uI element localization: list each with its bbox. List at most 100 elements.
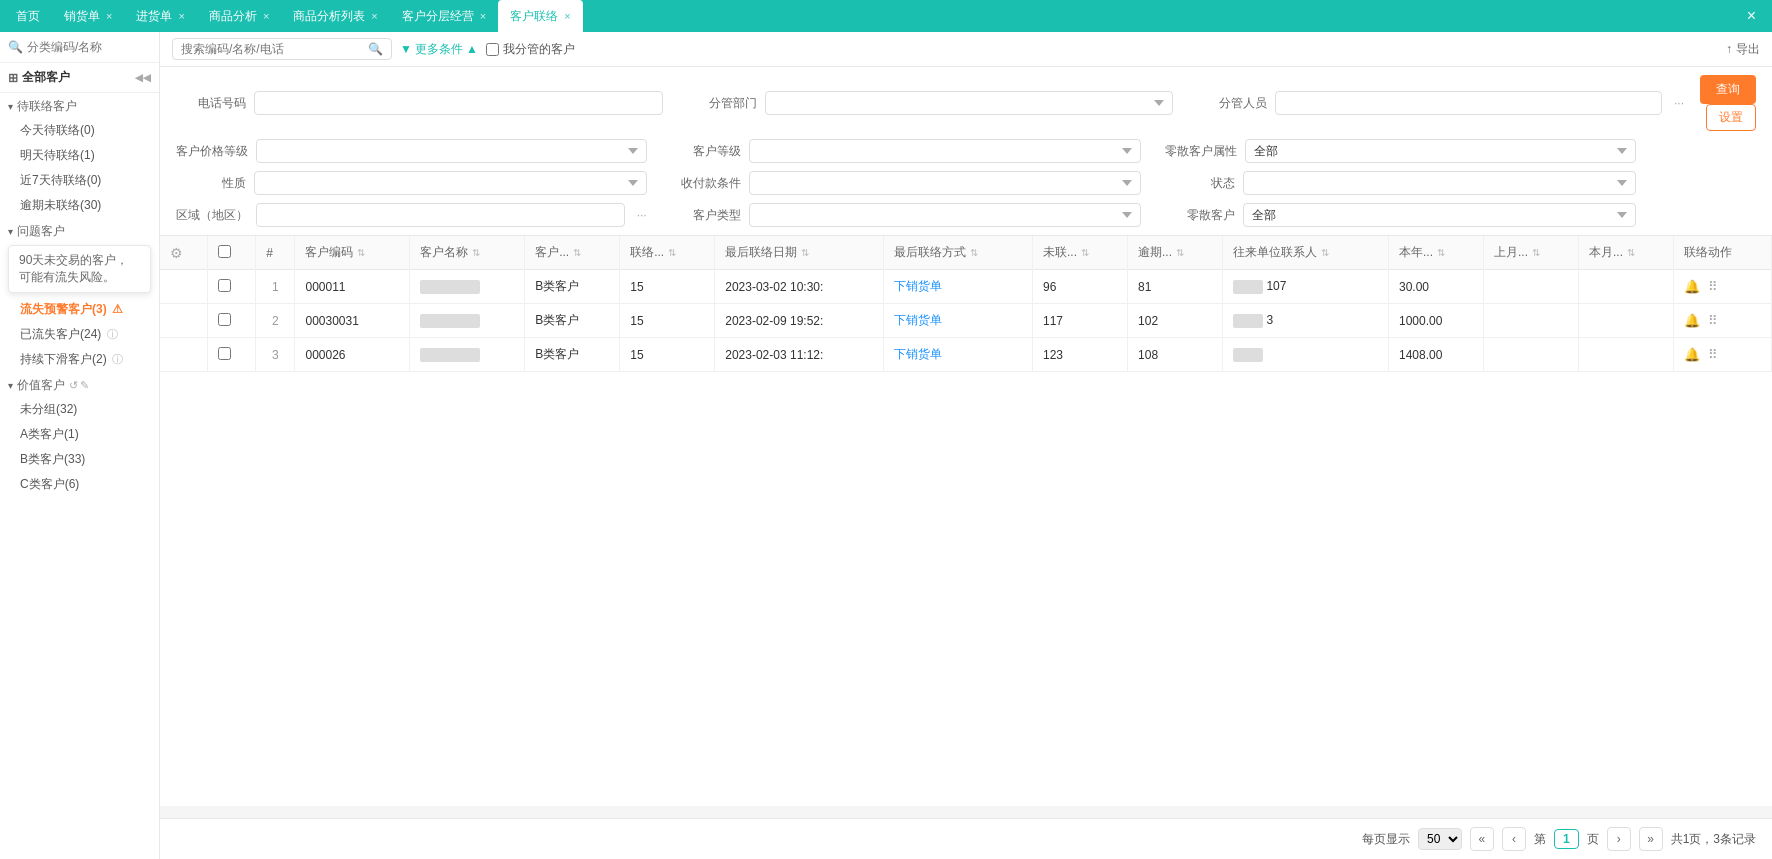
sidebar-item-b-class[interactable]: B类客户(33): [0, 447, 159, 472]
price-level-select[interactable]: [256, 139, 647, 163]
tab-close-sales[interactable]: ×: [106, 10, 112, 22]
last-method-link[interactable]: 下销货单: [894, 279, 942, 293]
tab-close-customer-layer[interactable]: ×: [480, 10, 486, 22]
nature-select[interactable]: [254, 171, 647, 195]
tab-close-purchase[interactable]: ×: [178, 10, 184, 22]
per-page-select[interactable]: 50: [1418, 828, 1462, 850]
th-overdue[interactable]: 逾期... ⇅: [1128, 236, 1223, 270]
sidebar-item-c-class[interactable]: C类客户(6): [0, 472, 159, 497]
toolbar-search-input[interactable]: [181, 42, 364, 56]
next-page-btn[interactable]: ›: [1607, 827, 1631, 851]
row-last-method[interactable]: 下销货单: [884, 270, 1033, 304]
tab-purchase[interactable]: 进货单 ×: [124, 0, 196, 32]
filter-icon: ▼: [400, 42, 412, 56]
tab-analysis-list[interactable]: 商品分析列表 ×: [281, 0, 389, 32]
person-more-icon[interactable]: ···: [1674, 96, 1684, 110]
my-customer-checkbox[interactable]: [486, 43, 499, 56]
th-contact[interactable]: 联络... ⇅: [620, 236, 715, 270]
my-customer-checkbox-wrapper[interactable]: 我分管的客户: [486, 41, 575, 58]
th-settings[interactable]: ⚙: [160, 236, 208, 270]
tab-analysis[interactable]: 商品分析 ×: [197, 0, 281, 32]
person-input[interactable]: [1275, 91, 1662, 115]
warning-icon: ⚠: [112, 302, 123, 316]
last-method-link[interactable]: 下销货单: [894, 313, 942, 327]
th-code[interactable]: 客户编码 ⇅: [295, 236, 410, 270]
filter-phone: 电话号码: [176, 91, 663, 115]
edit-icon[interactable]: ✎: [80, 379, 89, 392]
row-last-method[interactable]: 下销货单: [884, 304, 1033, 338]
tab-customer-layer[interactable]: 客户分层经营 ×: [390, 0, 498, 32]
more-action-icon[interactable]: ⠿: [1708, 347, 1718, 362]
more-action-icon[interactable]: ⠿: [1708, 279, 1718, 294]
contact-action-icon[interactable]: 🔔: [1684, 347, 1700, 362]
sidebar-all-customers[interactable]: ⊞ 全部客户 ◀◀: [0, 63, 159, 93]
last-method-link[interactable]: 下销货单: [894, 347, 942, 361]
contact-action-icon[interactable]: 🔔: [1684, 279, 1700, 294]
query-button[interactable]: 查询: [1700, 75, 1756, 104]
tab-customer-contact[interactable]: 客户联络 ×: [498, 0, 582, 32]
horizontal-scrollbar[interactable]: [160, 806, 1772, 818]
prev-page-btn[interactable]: ‹: [1502, 827, 1526, 851]
sidebar-item-at-risk[interactable]: 流失预警客户(3) ⚠: [0, 297, 159, 322]
sidebar-group-pending[interactable]: ▾ 待联络客户: [0, 93, 159, 118]
attr-select[interactable]: 全部: [1245, 139, 1636, 163]
gear-icon[interactable]: ⚙: [170, 245, 183, 261]
sidebar-item-lost[interactable]: 已流失客户(24) ⓘ: [0, 322, 159, 347]
sidebar-item-declining[interactable]: 持续下滑客户(2) ⓘ: [0, 347, 159, 372]
refresh-icon[interactable]: ↺: [69, 379, 78, 392]
th-level[interactable]: 客户... ⇅: [525, 236, 620, 270]
filter-more-btn[interactable]: ▼ 更多条件 ▲: [400, 41, 478, 58]
tab-close-analysis[interactable]: ×: [263, 10, 269, 22]
tab-sales[interactable]: 销货单 ×: [52, 0, 124, 32]
last-page-btn[interactable]: »: [1639, 827, 1663, 851]
row-actions: 🔔 ⠿: [1674, 270, 1772, 304]
th-last-date[interactable]: 最后联络日期 ⇅: [715, 236, 884, 270]
export-button[interactable]: ↑ 导出: [1726, 41, 1760, 58]
th-unit-contact[interactable]: 往来单位联系人 ⇅: [1223, 236, 1389, 270]
retail-select[interactable]: 全部: [1243, 203, 1636, 227]
row-checkbox[interactable]: [218, 313, 231, 326]
first-page-btn[interactable]: «: [1470, 827, 1494, 851]
sidebar-search-input[interactable]: [27, 40, 160, 54]
tab-close-customer-contact[interactable]: ×: [564, 10, 570, 22]
settings-button[interactable]: 设置: [1706, 104, 1756, 131]
row-checkbox-cell[interactable]: [208, 338, 256, 372]
area-more-icon[interactable]: ···: [637, 208, 647, 222]
th-this-month[interactable]: 本月... ⇅: [1579, 236, 1674, 270]
sidebar-group-value[interactable]: ▾ 价值客户 ↺ ✎: [0, 372, 159, 397]
sidebar-item-tomorrow[interactable]: 明天待联络(1): [0, 143, 159, 168]
row-last-method[interactable]: 下销货单: [884, 338, 1033, 372]
phone-input[interactable]: [254, 91, 663, 115]
sidebar-item-week[interactable]: 近7天待联络(0): [0, 168, 159, 193]
payment-select[interactable]: [749, 171, 1142, 195]
th-this-year[interactable]: 本年... ⇅: [1388, 236, 1483, 270]
sidebar-item-a-class[interactable]: A类客户(1): [0, 422, 159, 447]
row-checkbox[interactable]: [218, 279, 231, 292]
tab-home[interactable]: 首页: [4, 0, 52, 32]
level-select[interactable]: [749, 139, 1142, 163]
status-select[interactable]: [1243, 171, 1636, 195]
sidebar-item-overdue[interactable]: 逾期未联络(30): [0, 193, 159, 218]
area-input[interactable]: [256, 203, 625, 227]
th-last-method[interactable]: 最后联络方式 ⇅: [884, 236, 1033, 270]
tab-close-analysis-list[interactable]: ×: [371, 10, 377, 22]
sidebar-item-ungroup[interactable]: 未分组(32): [0, 397, 159, 422]
row-checkbox-cell[interactable]: [208, 304, 256, 338]
more-action-icon[interactable]: ⠿: [1708, 313, 1718, 328]
th-name[interactable]: 客户名称 ⇅: [410, 236, 525, 270]
window-close-button[interactable]: ×: [1735, 7, 1768, 25]
row-checkbox[interactable]: [218, 347, 231, 360]
page-label2: 页: [1587, 831, 1599, 848]
dept-select[interactable]: [765, 91, 1174, 115]
th-last-month[interactable]: 上月... ⇅: [1484, 236, 1579, 270]
select-all-checkbox[interactable]: [218, 245, 231, 258]
sidebar-group-problem[interactable]: ▾ 问题客户: [0, 218, 159, 243]
row-checkbox-cell[interactable]: [208, 270, 256, 304]
sidebar-search-icon[interactable]: 🔍: [8, 40, 23, 54]
sidebar-item-today[interactable]: 今天待联络(0): [0, 118, 159, 143]
toolbar-search-icon[interactable]: 🔍: [368, 42, 383, 56]
th-checkbox[interactable]: [208, 236, 256, 270]
contact-action-icon[interactable]: 🔔: [1684, 313, 1700, 328]
type-select[interactable]: [749, 203, 1142, 227]
th-no-contact[interactable]: 未联... ⇅: [1033, 236, 1128, 270]
